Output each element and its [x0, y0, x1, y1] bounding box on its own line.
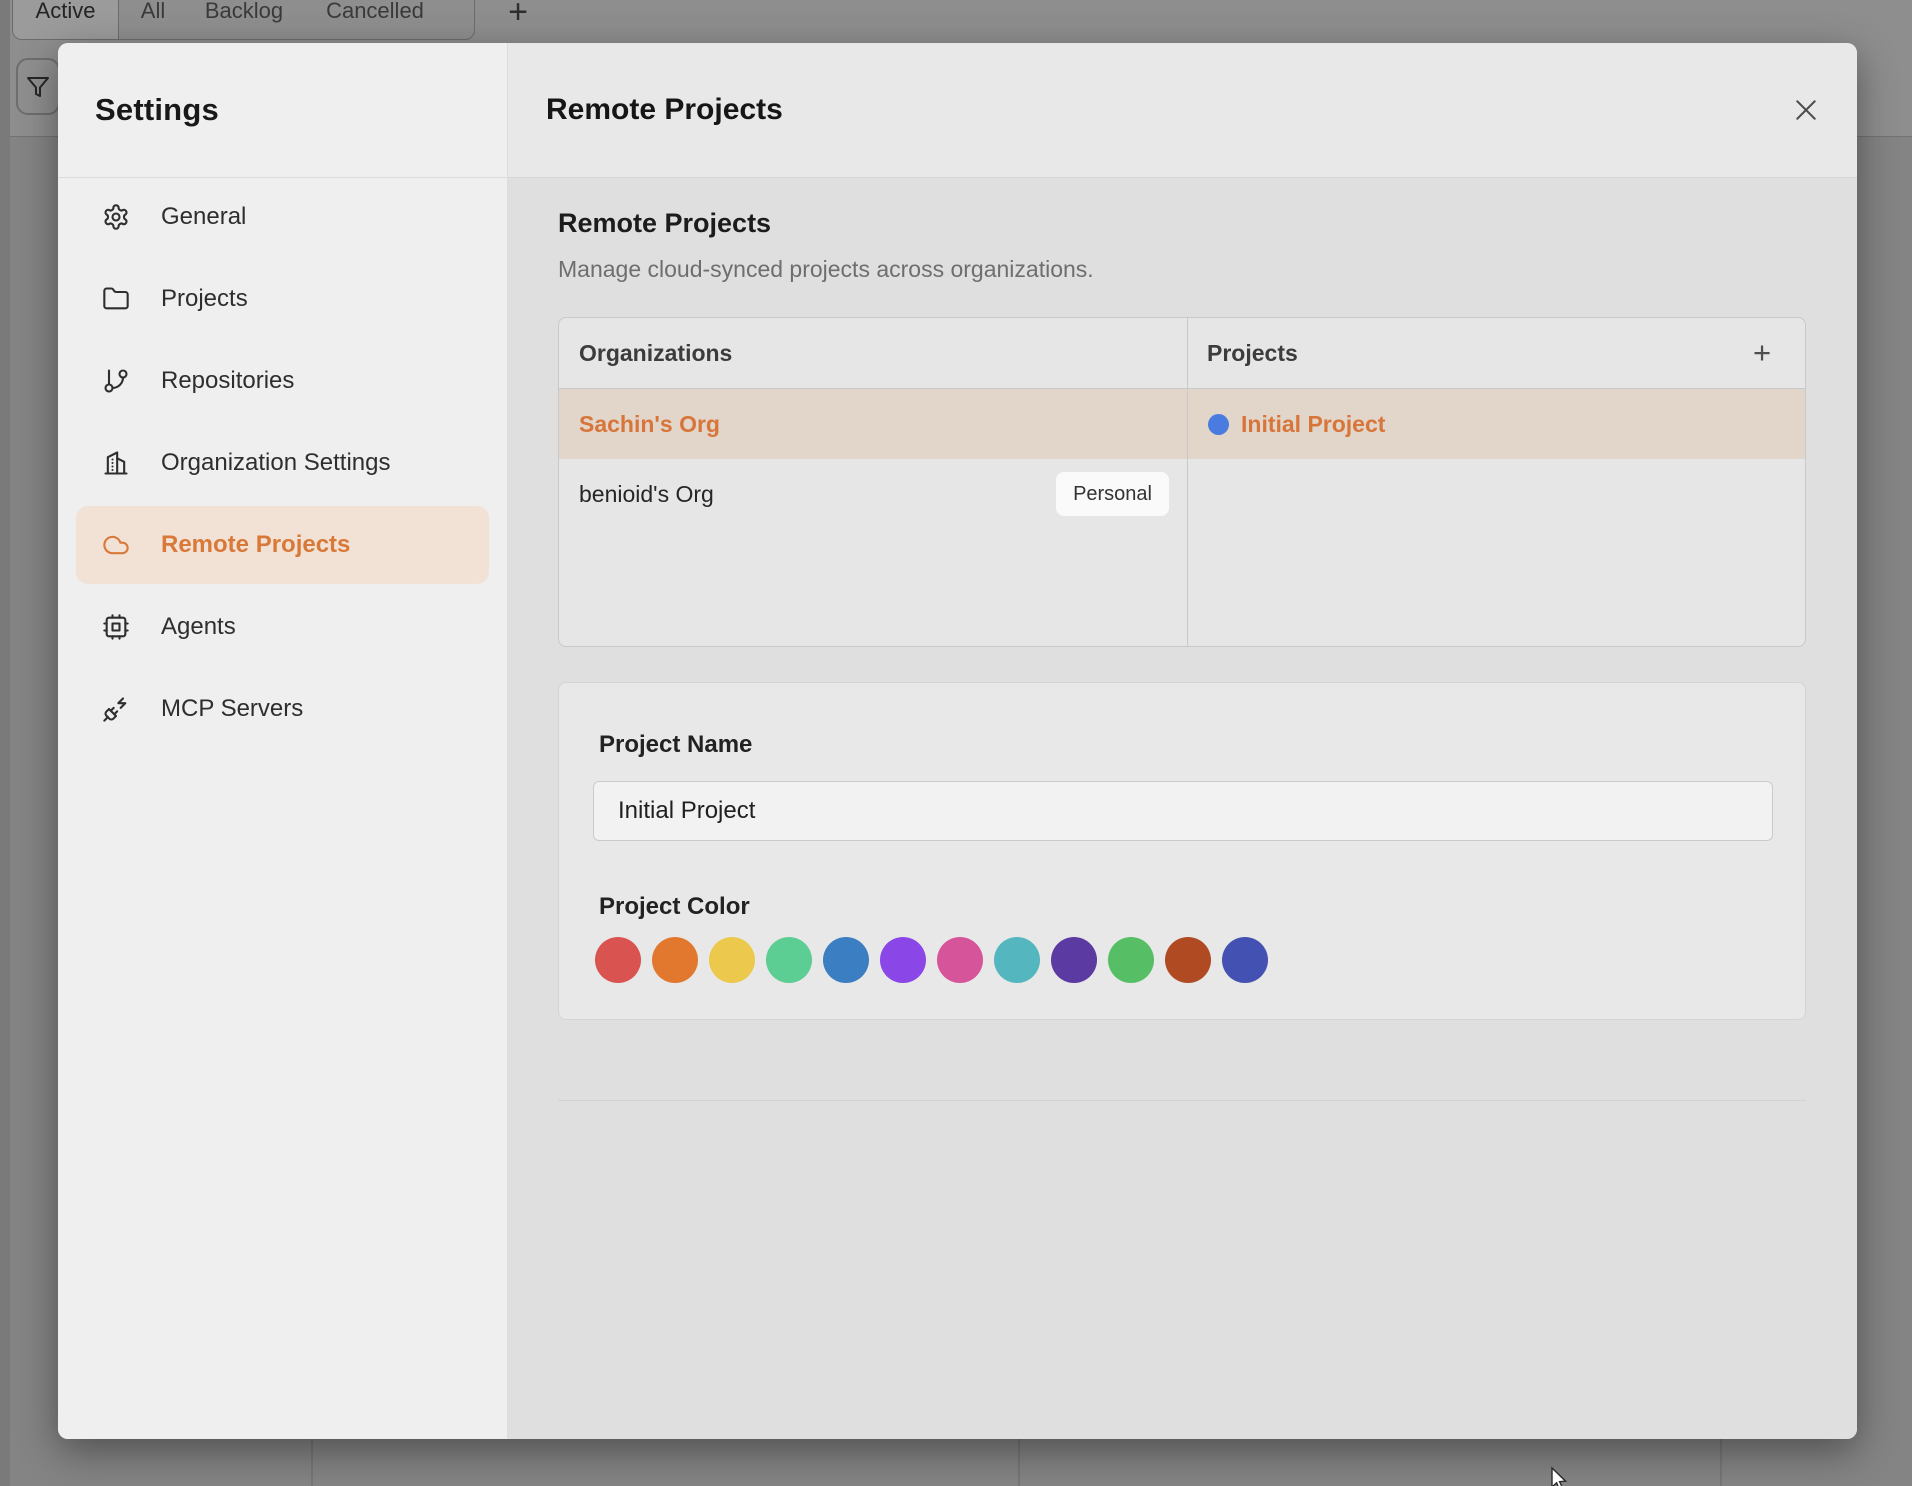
sidebar-item-label: Projects: [161, 285, 248, 312]
color-swatch-row: [595, 937, 1761, 983]
settings-modal: Settings General Projects Repositories O…: [58, 43, 1857, 1439]
settings-nav: General Projects Repositories Organizati…: [58, 178, 507, 748]
sidebar-item-remote-projects[interactable]: Remote Projects: [76, 506, 489, 584]
color-swatch-rust[interactable]: [1165, 937, 1211, 983]
cpu-icon: [102, 613, 130, 641]
org-name: benioid's Org: [579, 480, 714, 507]
panel-header: Remote Projects: [508, 43, 1857, 178]
project-row-initial-project[interactable]: Initial Project: [1188, 389, 1805, 459]
content-divider: [558, 1100, 1806, 1101]
org-row-benioids-org[interactable]: benioid's Org Personal: [559, 459, 1187, 529]
color-swatch-blue[interactable]: [823, 937, 869, 983]
sidebar-item-agents[interactable]: Agents: [76, 588, 489, 666]
color-swatch-green[interactable]: [1108, 937, 1154, 983]
color-swatch-teal[interactable]: [994, 937, 1040, 983]
add-project-button[interactable]: +: [1741, 332, 1783, 374]
color-swatch-mint[interactable]: [766, 937, 812, 983]
color-swatch-red[interactable]: [595, 937, 641, 983]
sidebar-item-label: Remote Projects: [161, 531, 351, 558]
tab-backlog[interactable]: Backlog: [187, 0, 301, 39]
sidebar-item-label: General: [161, 203, 247, 230]
close-icon: [1791, 95, 1821, 125]
color-swatch-orange[interactable]: [652, 937, 698, 983]
gear-icon: [102, 203, 130, 231]
panel-title: Remote Projects: [546, 93, 783, 126]
background-left-edge: [0, 0, 10, 1486]
panel-content: Remote Projects Manage cloud-synced proj…: [508, 178, 1857, 1439]
sidebar-item-label: Agents: [161, 613, 236, 640]
tab-active[interactable]: Active: [13, 0, 119, 39]
color-swatch-yellow[interactable]: [709, 937, 755, 983]
sidebar-item-mcp-servers[interactable]: MCP Servers: [76, 670, 489, 748]
projects-column-header: Projects: [1207, 340, 1298, 366]
project-name: Initial Project: [1241, 410, 1386, 437]
sidebar-item-label: Repositories: [161, 367, 295, 394]
plug-icon: [102, 695, 130, 723]
building-icon: [102, 449, 130, 477]
sidebar-item-label: MCP Servers: [161, 695, 304, 722]
color-swatch-purple[interactable]: [880, 937, 926, 983]
color-swatch-violet[interactable]: [1051, 937, 1097, 983]
org-projects-table: Organizations Projects + Sachin's Org be…: [558, 317, 1806, 647]
sidebar-header: Settings: [58, 43, 507, 178]
add-view-button[interactable]: +: [500, 0, 536, 31]
organizations-column-header: Organizations: [579, 340, 733, 366]
sidebar-item-repositories[interactable]: Repositories: [76, 342, 489, 420]
project-details-card: Project Name Project Color: [558, 682, 1806, 1020]
tab-cancelled[interactable]: Cancelled: [301, 0, 449, 39]
cloud-icon: [102, 531, 130, 559]
git-branch-icon: [102, 367, 130, 395]
project-color-label: Project Color: [599, 893, 750, 920]
section-subtitle: Manage cloud-synced projects across orga…: [558, 256, 1094, 282]
org-name: Sachin's Org: [579, 410, 720, 437]
sidebar-item-organization-settings[interactable]: Organization Settings: [76, 424, 489, 502]
view-tabs: Active All Backlog Cancelled: [12, 0, 475, 40]
settings-sidebar: Settings General Projects Repositories O…: [58, 43, 508, 1439]
org-row-sachins-org[interactable]: Sachin's Org: [559, 389, 1187, 459]
settings-main-pane: Remote Projects Remote Projects Manage c…: [508, 43, 1857, 1439]
sidebar-item-projects[interactable]: Projects: [76, 260, 489, 338]
sidebar-item-general[interactable]: General: [76, 178, 489, 256]
funnel-icon: [26, 75, 50, 99]
folder-icon: [102, 285, 130, 313]
sidebar-item-label: Organization Settings: [161, 449, 391, 476]
settings-title: Settings: [95, 92, 219, 127]
tab-all[interactable]: All: [119, 0, 187, 39]
color-swatch-indigo[interactable]: [1222, 937, 1268, 983]
column-divider: [1187, 318, 1188, 646]
color-swatch-pink[interactable]: [937, 937, 983, 983]
filter-button[interactable]: [16, 58, 60, 115]
project-name-label: Project Name: [599, 731, 753, 758]
project-name-input[interactable]: [593, 781, 1773, 841]
project-color-dot: [1208, 413, 1229, 435]
section-title: Remote Projects: [558, 208, 772, 238]
close-button[interactable]: [1787, 91, 1825, 129]
table-header: [559, 318, 1805, 389]
personal-badge: Personal: [1056, 472, 1169, 516]
mouse-cursor: [1546, 1466, 1572, 1486]
